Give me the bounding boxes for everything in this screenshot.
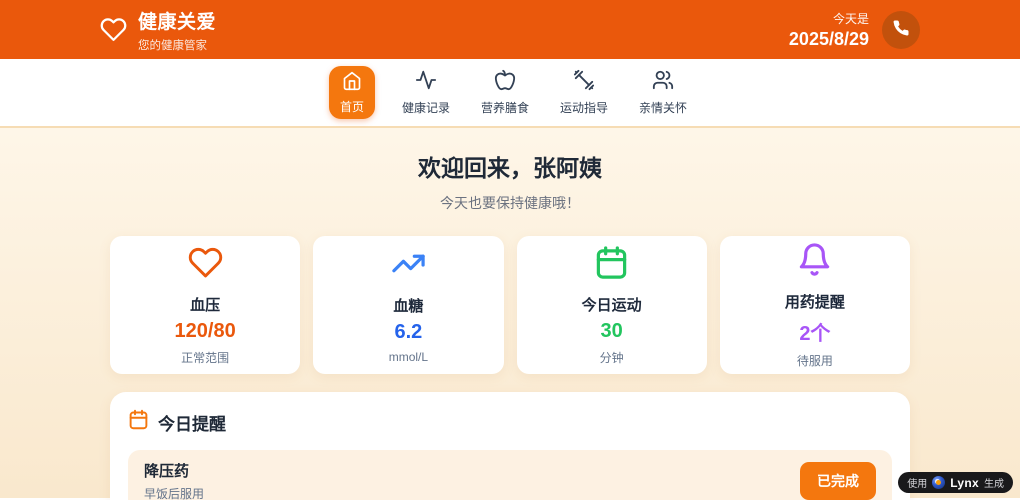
phone-button[interactable] (882, 10, 920, 49)
app-subtitle: 您的健康管家 (138, 39, 207, 52)
stat-unit: 待服用 (796, 353, 833, 368)
heart-logo-icon (100, 16, 127, 43)
tab-health-records[interactable]: 健康记录 (398, 63, 454, 122)
tab-family-care[interactable]: 亲情关怀 (635, 63, 691, 122)
stat-unit: 正常范围 (181, 350, 230, 365)
bell-icon (797, 242, 832, 291)
app-header: 健康关爱 您的健康管家 今天是 2025/8/29 (0, 0, 1020, 59)
dumbbell-icon (573, 69, 595, 94)
tab-home-label: 首页 (339, 99, 364, 114)
tab-exercise-label: 运动指导 (559, 101, 608, 115)
heart-icon (188, 245, 223, 294)
tab-family-care-label: 亲情关怀 (638, 101, 687, 115)
tab-nutrition-label: 营养膳食 (480, 101, 529, 115)
home-icon (342, 71, 362, 94)
lynx-logo-icon (932, 476, 946, 489)
header-right: 今天是 2025/8/29 (789, 10, 920, 50)
stat-value: 30 (600, 319, 623, 342)
calendar-icon (594, 245, 629, 294)
tab-home[interactable]: 首页 (329, 66, 375, 119)
badge-suffix: 生成 (984, 479, 1004, 490)
stat-unit: mmol/L (388, 350, 429, 364)
date-block: 今天是 2025/8/29 (789, 10, 869, 50)
stats-row: 血压 120/80 正常范围 血糖 6.2 mmol/L 今日运动 30 分钟 (110, 236, 910, 374)
stat-value: 120/80 (174, 319, 236, 342)
date-value: 2025/8/29 (788, 28, 869, 49)
brand-text: 健康关爱 您的健康管家 (138, 7, 216, 53)
stat-card-medication[interactable]: 用药提醒 2个 待服用 (719, 236, 910, 374)
welcome-subtitle: 今天也要保持健康哦！ (440, 195, 580, 211)
health-app-window: 健康关爱 您的健康管家 今天是 2025/8/29 首页 健康记录 营养膳食 运… (0, 0, 1020, 500)
stat-card-exercise[interactable]: 今日运动 30 分钟 (516, 236, 707, 374)
reminders-panel: 今日提醒 降压药 早饭后服用 已完成 (110, 392, 910, 500)
welcome-title: 欢迎回来，张阿姨 (418, 155, 602, 181)
lynx-badge: 使用 Lynx 生成 (898, 472, 1013, 493)
badge-prefix: 使用 (907, 479, 928, 490)
reminders-title: 今日提醒 (158, 414, 226, 434)
main-nav: 首页 健康记录 营养膳食 运动指导 亲情关怀 (0, 59, 1020, 128)
reminder-text: 降压药 早饭后服用 (144, 460, 204, 500)
calendar-icon (128, 409, 149, 435)
users-icon (652, 69, 674, 94)
tab-nutrition[interactable]: 营养膳食 (477, 63, 533, 122)
stat-label: 今日运动 (581, 296, 642, 314)
stat-label: 血糖 (393, 298, 424, 315)
stat-value: 6.2 (394, 321, 423, 343)
reminder-note: 早饭后服用 (144, 487, 205, 500)
main-content: 欢迎回来，张阿姨 今天也要保持健康哦！ 血压 120/80 正常范围 血糖 6.… (0, 128, 1020, 500)
reminder-item: 降压药 早饭后服用 已完成 (128, 450, 892, 500)
stat-label: 血压 (190, 296, 221, 314)
reminder-done-button[interactable]: 已完成 (800, 462, 876, 500)
reminder-name: 降压药 (144, 463, 190, 480)
stat-card-blood-pressure[interactable]: 血压 120/80 正常范围 (110, 236, 301, 374)
reminders-header: 今日提醒 (128, 409, 892, 435)
badge-brand: Lynx (950, 475, 979, 490)
tab-health-records-label: 健康记录 (401, 101, 450, 115)
app-title: 健康关爱 (138, 11, 217, 33)
brand: 健康关爱 您的健康管家 (100, 7, 216, 53)
phone-icon (892, 19, 910, 40)
apple-icon (494, 69, 516, 94)
stat-value: 2个 (799, 322, 831, 345)
date-label: 今天是 (832, 11, 869, 26)
stat-card-blood-sugar[interactable]: 血糖 6.2 mmol/L (313, 236, 504, 374)
stat-label: 用药提醒 (784, 293, 845, 311)
trending-up-icon (391, 246, 426, 295)
stat-unit: 分钟 (599, 350, 624, 365)
tab-exercise[interactable]: 运动指导 (556, 63, 612, 122)
activity-icon (415, 69, 437, 94)
